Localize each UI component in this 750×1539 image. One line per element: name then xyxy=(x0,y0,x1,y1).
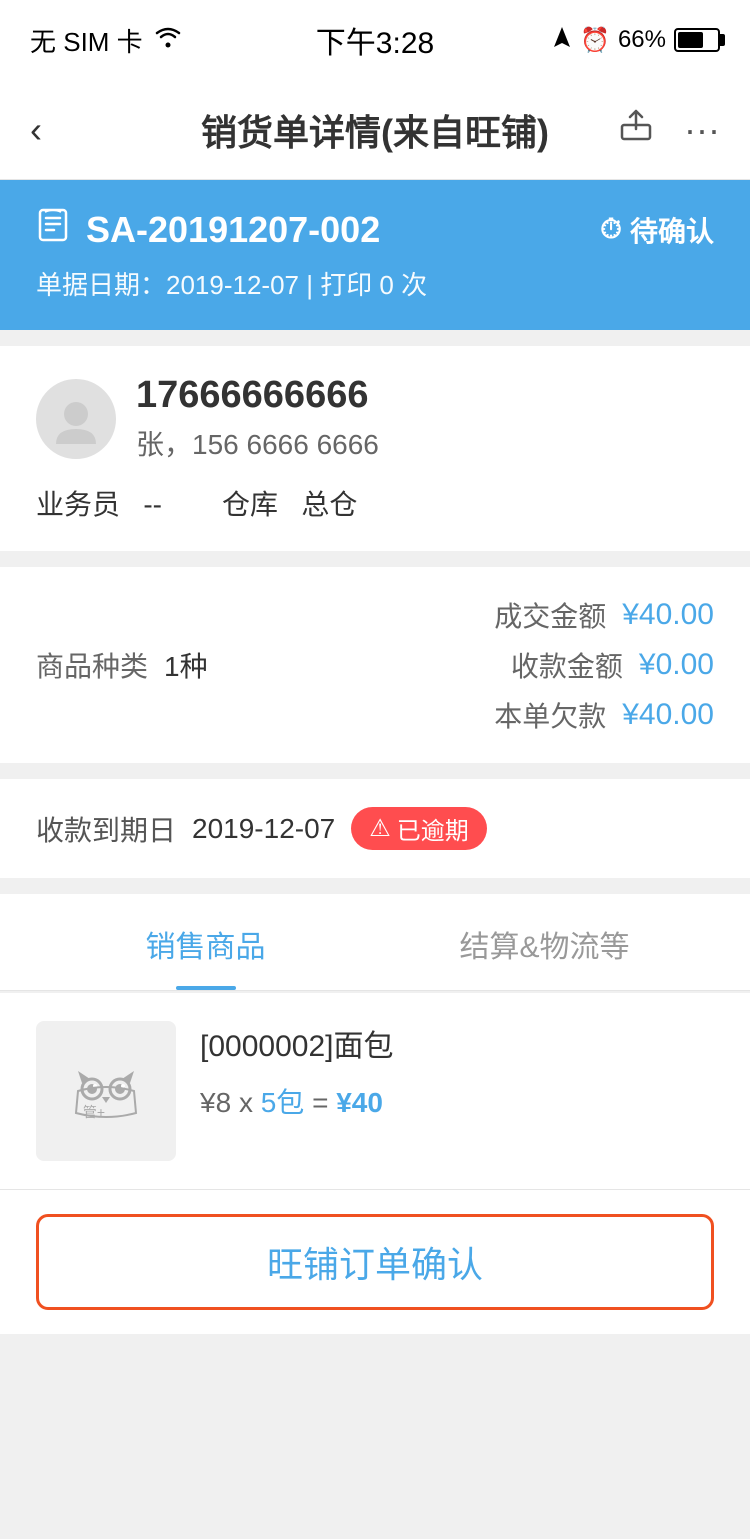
quantity: 5包 xyxy=(261,1087,305,1118)
page-title: 销货单详情(来自旺铺) xyxy=(201,104,549,156)
equals-sign: = xyxy=(312,1087,336,1118)
wifi-icon xyxy=(153,25,183,56)
tab-settlement[interactable]: 结算&物流等 xyxy=(375,894,714,990)
receipt-amount: ¥0.00 xyxy=(639,648,714,682)
due-date-card: 收款到期日 2019-12-07 ⚠ 已逾期 xyxy=(0,779,750,878)
due-label: 收款到期日 xyxy=(36,809,176,849)
transaction-label: 成交金额 xyxy=(494,595,606,635)
tab-sales[interactable]: 销售商品 xyxy=(36,894,375,990)
nav-actions: ··· xyxy=(618,107,720,152)
order-icon xyxy=(36,208,70,251)
more-icon[interactable]: ··· xyxy=(684,109,720,151)
product-card: 管+ [0000002]面包 ¥8 x 5包 = ¥40 xyxy=(0,993,750,1189)
battery-fill xyxy=(678,32,703,48)
category-value: 1种 xyxy=(164,645,208,685)
tabs: 销售商品 结算&物流等 xyxy=(0,894,750,990)
customer-info: 17666666666 张，156 6666 6666 xyxy=(136,374,379,463)
category-label: 商品种类 xyxy=(36,645,148,685)
receipt-row: 收款金额 ¥0.00 xyxy=(511,645,714,685)
summary-left: 商品种类 1种 xyxy=(36,595,474,735)
header-card: SA-20191207-002 ⏱ 待确认 单据日期：2019-12-07 | … xyxy=(0,180,750,330)
order-date: 单据日期：2019-12-07 | 打印 0 次 xyxy=(36,265,714,302)
transaction-row: 成交金额 ¥40.00 xyxy=(494,595,714,635)
customer-card: 17666666666 张，156 6666 6666 业务员 -- 仓库 总仓 xyxy=(0,346,750,551)
location-icon xyxy=(552,25,572,56)
status-text: 待确认 xyxy=(630,210,714,250)
owed-row: 本单欠款 ¥40.00 xyxy=(494,695,714,735)
price-multiplier: x xyxy=(239,1087,261,1118)
tabs-container: 销售商品 结算&物流等 xyxy=(0,894,750,991)
status-bar: 无 SIM 卡 下午3:28 ⏰ 66% xyxy=(0,0,750,80)
warehouse-label: 仓库 xyxy=(222,489,278,520)
svg-text:管+: 管+ xyxy=(83,1104,105,1120)
transaction-amount: ¥40.00 xyxy=(622,598,714,632)
sales-person-value: -- xyxy=(143,489,162,520)
status-time: 下午3:28 xyxy=(316,18,434,62)
order-id-row: SA-20191207-002 ⏱ 待确认 xyxy=(36,208,714,251)
confirm-button[interactable]: 旺铺订单确认 xyxy=(36,1214,714,1310)
warehouse-value: 总仓 xyxy=(301,489,357,520)
summary-right: 成交金额 ¥40.00 收款金额 ¥0.00 本单欠款 ¥40.00 xyxy=(494,595,714,735)
tab-settlement-label: 结算&物流等 xyxy=(459,931,629,964)
nav-bar: ‹ 销货单详情(来自旺铺) ··· xyxy=(0,80,750,180)
export-icon[interactable] xyxy=(618,107,654,152)
order-status: ⏱ 待确认 xyxy=(600,210,714,250)
avatar xyxy=(36,379,116,459)
product-name: [0000002]面包 xyxy=(200,1021,714,1065)
confirm-label: 旺铺订单确认 xyxy=(267,1236,483,1288)
product-thumbnail: 管+ xyxy=(36,1021,176,1161)
receipt-label: 收款金额 xyxy=(511,645,623,685)
carrier-text: 无 SIM 卡 xyxy=(30,22,143,59)
tab-sales-label: 销售商品 xyxy=(146,931,266,964)
bottom-action: 旺铺订单确认 xyxy=(0,1189,750,1334)
back-button[interactable]: ‹ xyxy=(30,109,62,151)
overdue-icon: ⚠ xyxy=(369,814,391,843)
battery-text: 66% xyxy=(618,26,666,54)
status-bar-right: ⏰ 66% xyxy=(552,25,720,56)
status-icon: ⏱ xyxy=(600,213,622,246)
sales-person-label: 业务员 xyxy=(36,489,120,520)
warehouse-info: 仓库 总仓 xyxy=(222,483,357,523)
alarm-icon: ⏰ xyxy=(580,26,610,55)
owed-amount: ¥40.00 xyxy=(622,698,714,732)
summary-card: 商品种类 1种 成交金额 ¥40.00 收款金额 ¥0.00 本单欠款 ¥40.… xyxy=(0,567,750,763)
customer-row: 17666666666 张，156 6666 6666 xyxy=(36,374,714,463)
battery-icon xyxy=(674,28,720,52)
customer-meta: 业务员 -- 仓库 总仓 xyxy=(36,483,714,523)
product-total: ¥40 xyxy=(336,1087,383,1118)
product-info: [0000002]面包 ¥8 x 5包 = ¥40 xyxy=(200,1021,714,1121)
owed-label: 本单欠款 xyxy=(494,695,606,735)
overdue-badge: ⚠ 已逾期 xyxy=(351,807,487,850)
overdue-text: 已逾期 xyxy=(397,811,469,846)
due-date-value: 2019-12-07 xyxy=(192,813,335,845)
customer-phone: 17666666666 xyxy=(136,374,379,417)
sales-person: 业务员 -- xyxy=(36,483,162,523)
product-price-row: ¥8 x 5包 = ¥40 xyxy=(200,1081,714,1121)
order-id-text: SA-20191207-002 xyxy=(86,209,380,251)
customer-sub: 张，156 6666 6666 xyxy=(136,423,379,463)
status-bar-left: 无 SIM 卡 xyxy=(30,22,183,59)
price-per-unit: ¥8 xyxy=(200,1087,231,1118)
